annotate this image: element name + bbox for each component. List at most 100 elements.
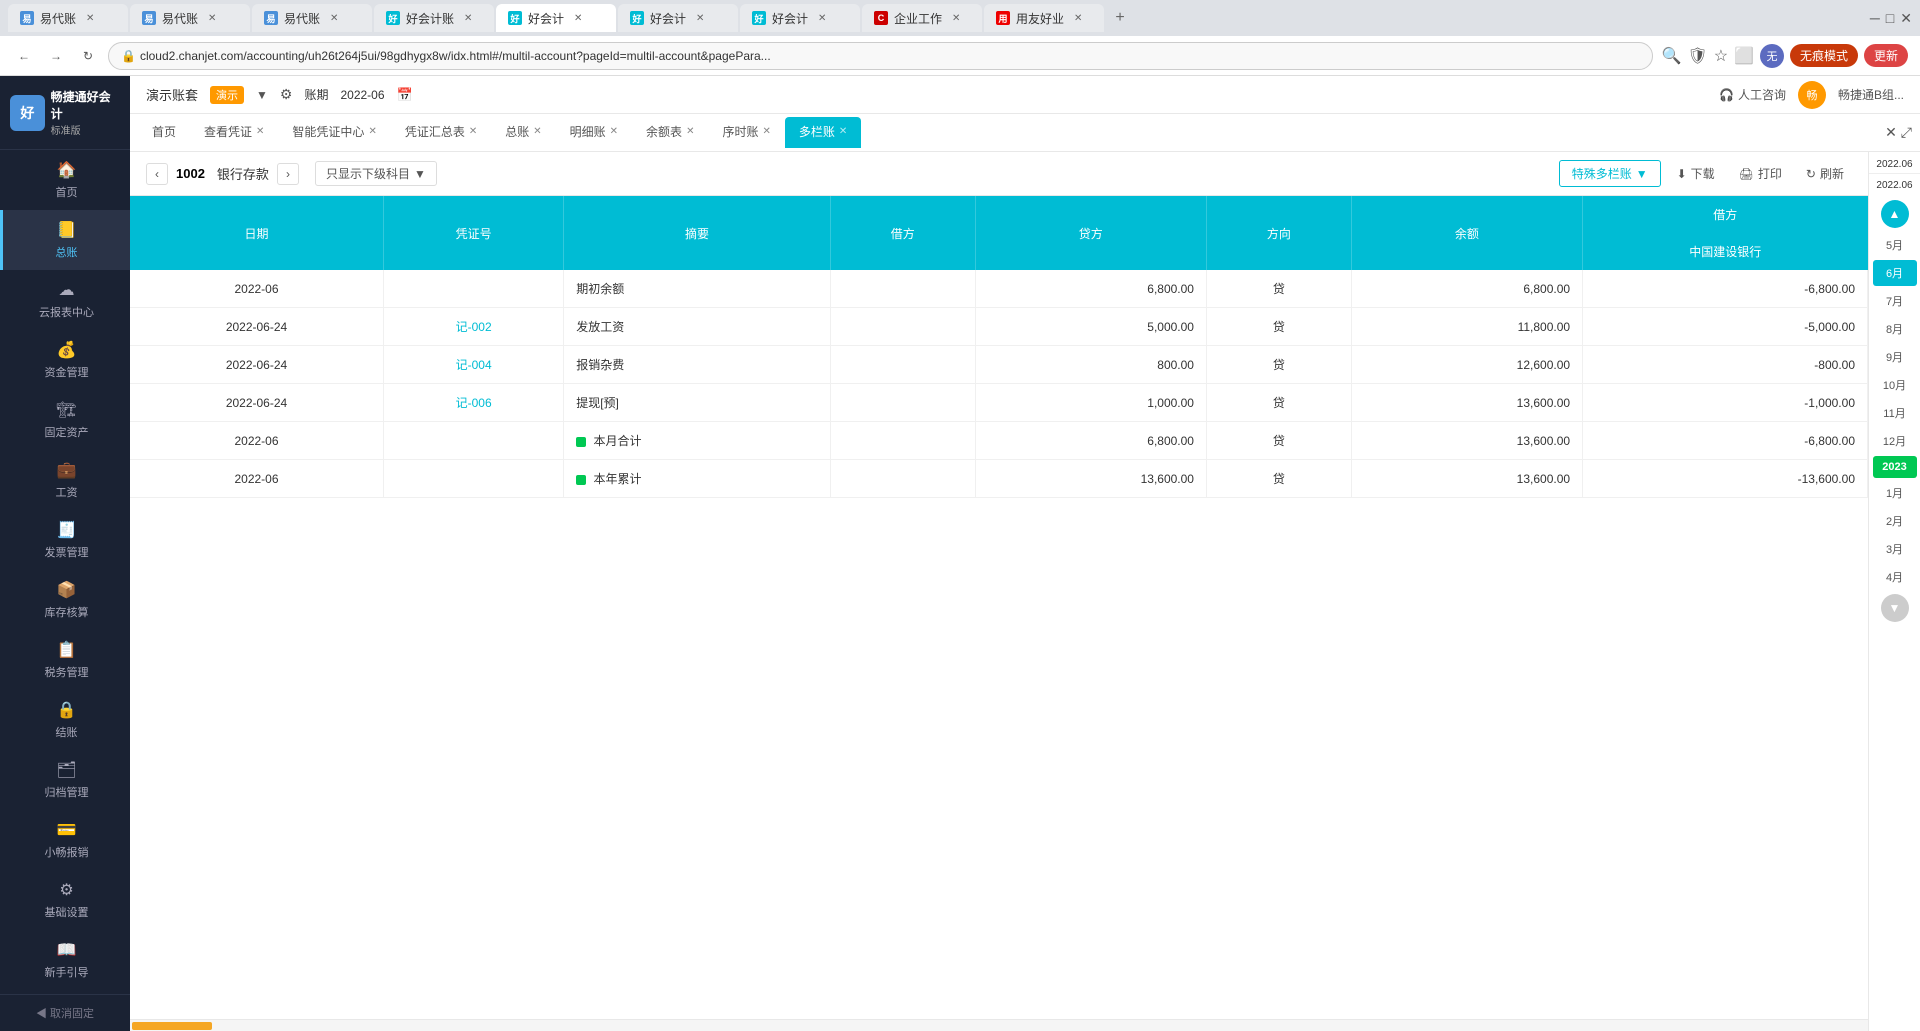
back-button[interactable]: ← xyxy=(12,44,36,68)
browser-tab-1[interactable]: 易 易代账 ✕ xyxy=(8,4,128,32)
browser-tab-4[interactable]: 好 好会计账 ✕ xyxy=(374,4,494,32)
tab-detail-ledger-close[interactable]: ✕ xyxy=(610,126,618,137)
profile-icon[interactable]: 无 xyxy=(1760,44,1784,68)
browser-tab-6[interactable]: 好 好会计 ✕ xyxy=(618,4,738,32)
no-trace-button[interactable]: 无痕模式 xyxy=(1790,44,1858,67)
search-icon[interactable]: 🔍 xyxy=(1661,46,1681,66)
month-item-1-2023[interactable]: 1月 xyxy=(1873,480,1917,506)
sidebar-item-ledger[interactable]: 📒 总账 xyxy=(0,210,130,270)
sidebar-item-guide[interactable]: 📖 新手引导 xyxy=(0,930,130,990)
browser-tab-7[interactable]: 好 好会计 ✕ xyxy=(740,4,860,32)
tab-home[interactable]: 首页 xyxy=(138,117,190,148)
browser-tab-5[interactable]: 好 好会计 ✕ xyxy=(496,4,616,32)
new-tab-button[interactable]: + xyxy=(1106,4,1134,32)
close-window-button[interactable]: ✕ xyxy=(1900,10,1912,27)
sidebar-item-funds[interactable]: 💰 资金管理 xyxy=(0,330,130,390)
special-multi-column-button[interactable]: 特殊多栏账 ▼ xyxy=(1559,160,1661,187)
tab-general-ledger[interactable]: 总账 ✕ xyxy=(491,117,555,148)
tab-voucher-summary-close[interactable]: ✕ xyxy=(469,126,477,137)
refresh-button-main[interactable]: ↻ 刷新 xyxy=(1798,161,1852,186)
settings-gear-icon[interactable]: ⚙ xyxy=(280,86,293,103)
browser-tab-8[interactable]: C 企业工作 ✕ xyxy=(862,4,982,32)
voucher-link-3[interactable]: 记-006 xyxy=(456,396,492,410)
month-item-10[interactable]: 10月 xyxy=(1873,372,1917,398)
horizontal-scrollbar[interactable] xyxy=(130,1019,1868,1031)
url-input[interactable]: 🔒 cloud2.chanjet.com/accounting/uh26t264… xyxy=(108,42,1653,70)
tab-smart-voucher[interactable]: 智能凭证中心 ✕ xyxy=(278,117,390,148)
month-item-3-2023[interactable]: 3月 xyxy=(1873,536,1917,562)
month-item-7[interactable]: 7月 xyxy=(1873,288,1917,314)
sidebar-item-home[interactable]: 🏠 首页 xyxy=(0,150,130,210)
tab-2-close[interactable]: ✕ xyxy=(208,13,216,24)
star-icon[interactable]: ☆ xyxy=(1714,46,1728,66)
sidebar-item-tax[interactable]: 📋 税务管理 xyxy=(0,630,130,690)
tab-multi-column-close[interactable]: ✕ xyxy=(839,126,847,137)
tab-1-close[interactable]: ✕ xyxy=(86,13,94,24)
tab-voucher-summary[interactable]: 凭证汇总表 ✕ xyxy=(391,117,491,148)
sidebar-item-close-accounts[interactable]: 🔒 结账 xyxy=(0,690,130,750)
sidebar-pin-button[interactable]: ◀ 取消固定 xyxy=(0,994,130,1031)
forward-button[interactable]: → xyxy=(44,44,68,68)
dropdown-arrow-icon[interactable]: ▼ xyxy=(256,88,268,102)
sidebar-item-assets[interactable]: 🏗 固定资产 xyxy=(0,390,130,450)
month-item-2-2023[interactable]: 2月 xyxy=(1873,508,1917,534)
prev-account-button[interactable]: ‹ xyxy=(146,163,168,185)
tab-balance-sheet-close[interactable]: ✕ xyxy=(686,126,694,137)
year-2023-badge[interactable]: 2023 xyxy=(1873,456,1917,478)
tab-7-close[interactable]: ✕ xyxy=(818,13,826,24)
update-button[interactable]: 更新 xyxy=(1864,44,1908,67)
month-item-6[interactable]: 6月 xyxy=(1873,260,1917,286)
browser-tab-9[interactable]: 用 用友好业 ✕ xyxy=(984,4,1104,32)
minimize-button[interactable]: ─ xyxy=(1870,10,1880,26)
sidebar-item-expense[interactable]: 💳 小畅报销 xyxy=(0,810,130,870)
tab-general-ledger-close[interactable]: ✕ xyxy=(533,126,541,137)
tab-collapse-icon[interactable]: ✕ xyxy=(1885,124,1897,141)
month-item-11[interactable]: 11月 xyxy=(1873,400,1917,426)
scroll-up-month-button[interactable]: ▲ xyxy=(1881,200,1909,228)
month-item-5[interactable]: 5月 xyxy=(1873,232,1917,258)
month-item-12[interactable]: 12月 xyxy=(1873,428,1917,454)
calendar-icon[interactable]: 📅 xyxy=(397,87,413,103)
tab-sequence-ledger-close[interactable]: ✕ xyxy=(762,126,770,137)
cell-voucher-3[interactable]: 记-006 xyxy=(384,384,564,422)
month-item-8[interactable]: 8月 xyxy=(1873,316,1917,342)
filter-sub-accounts-button[interactable]: 只显示下级科目 ▼ xyxy=(315,161,437,186)
tab-3-close[interactable]: ✕ xyxy=(330,13,338,24)
sidebar-item-archive[interactable]: 🗂 归档管理 xyxy=(0,750,130,810)
tab-view-voucher[interactable]: 查看凭证 ✕ xyxy=(190,117,278,148)
table-row: 2022-06-24 记-006 提现[预] 1,000.00 贷 13,600… xyxy=(130,384,1868,422)
sidebar-item-salary[interactable]: 💼 工资 xyxy=(0,450,130,510)
month-item-9[interactable]: 9月 xyxy=(1873,344,1917,370)
tab-9-close[interactable]: ✕ xyxy=(1074,13,1082,24)
voucher-link-1[interactable]: 记-002 xyxy=(456,320,492,334)
scroll-down-month-button[interactable]: ▼ xyxy=(1881,594,1909,622)
tab-detail-ledger[interactable]: 明细账 ✕ xyxy=(556,117,632,148)
refresh-button[interactable]: ↻ xyxy=(76,44,100,68)
tab-balance-sheet[interactable]: 余额表 ✕ xyxy=(632,117,708,148)
browser-tab-2[interactable]: 易 易代账 ✕ xyxy=(130,4,250,32)
tab-8-close[interactable]: ✕ xyxy=(952,13,960,24)
tab-sequence-ledger[interactable]: 序时账 ✕ xyxy=(708,117,784,148)
sidebar-item-invoice[interactable]: 🧾 发票管理 xyxy=(0,510,130,570)
consult-label[interactable]: 🎧 人工咨询 xyxy=(1719,86,1786,103)
sidebar-item-reports[interactable]: ☁ 云报表中心 xyxy=(0,270,130,330)
tab-expand-icon[interactable]: ⤢ xyxy=(1901,124,1912,141)
tab-4-close[interactable]: ✕ xyxy=(464,13,472,24)
tab-6-close[interactable]: ✕ xyxy=(696,13,704,24)
tab-smart-voucher-close[interactable]: ✕ xyxy=(368,126,376,137)
browser-tab-3[interactable]: 易 易代账 ✕ xyxy=(252,4,372,32)
sidebar-item-inventory[interactable]: 📦 库存核算 xyxy=(0,570,130,630)
month-item-4-2023[interactable]: 4月 xyxy=(1873,564,1917,590)
tab-multi-column[interactable]: 多栏账 ✕ xyxy=(785,117,861,148)
extensions-icon[interactable]: ⬜ xyxy=(1734,46,1754,66)
next-account-button[interactable]: › xyxy=(277,163,299,185)
sidebar-item-settings[interactable]: ⚙ 基础设置 xyxy=(0,870,130,930)
voucher-link-2[interactable]: 记-004 xyxy=(456,358,492,372)
tab-view-voucher-close[interactable]: ✕ xyxy=(256,126,264,137)
download-button[interactable]: ⬇ 下载 xyxy=(1669,161,1723,186)
cell-voucher-1[interactable]: 记-002 xyxy=(384,308,564,346)
maximize-button[interactable]: □ xyxy=(1886,10,1894,26)
tab-5-close[interactable]: ✕ xyxy=(574,13,582,24)
cell-voucher-2[interactable]: 记-004 xyxy=(384,346,564,384)
print-button[interactable]: 🖨 打印 xyxy=(1731,161,1790,186)
